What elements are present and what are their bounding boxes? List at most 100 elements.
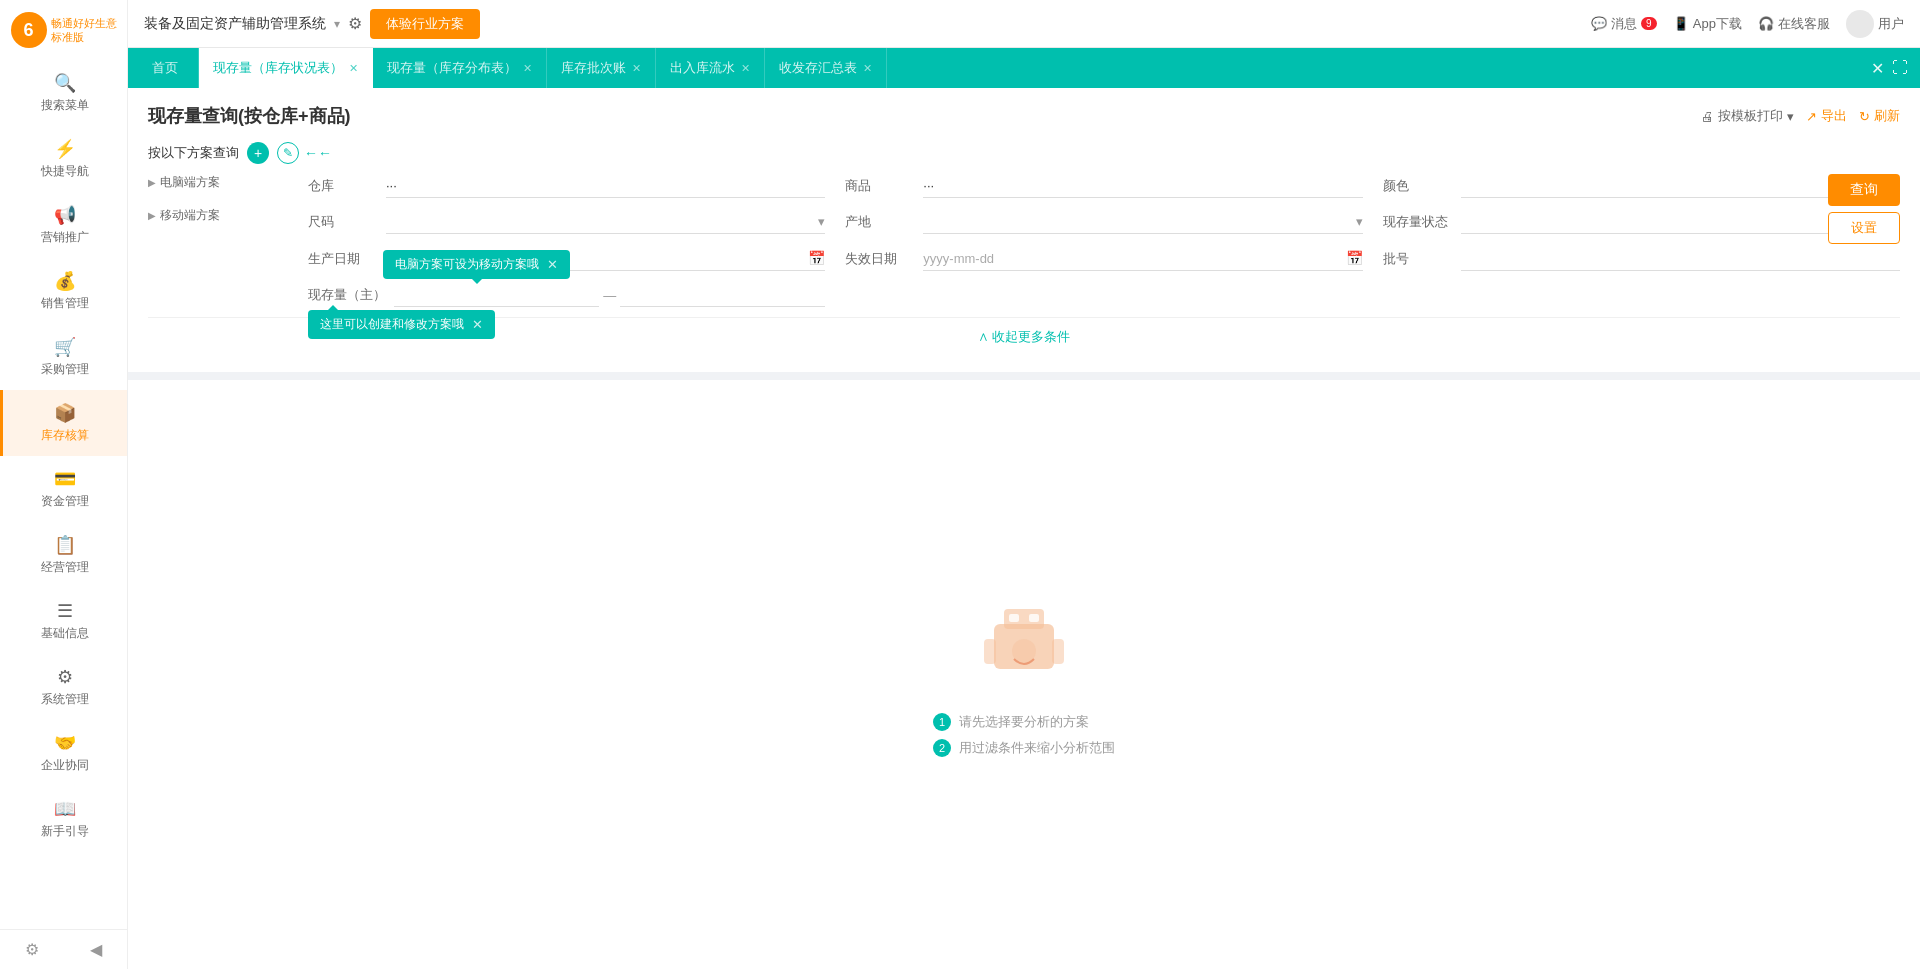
filter-row-batch-no: 批号 [1383, 246, 1900, 271]
tab-inventory-status[interactable]: 现存量（库存状况表） ✕ [199, 48, 373, 88]
sidebar-logo: 6 畅通好好生意 标准版 [0, 0, 127, 60]
svg-rect-2 [1009, 614, 1019, 622]
tab-receive-send[interactable]: 收发存汇总表 ✕ [765, 48, 887, 88]
svg-rect-4 [984, 639, 996, 664]
search-menu-icon: 🔍 [54, 72, 76, 94]
print-label: 按模板打印 [1718, 107, 1783, 125]
color-label: 颜色 [1383, 177, 1453, 195]
filter-row-color: 颜色 ▾ [1383, 174, 1900, 198]
filter-grid-row1: 仓库 ··· 商品 ··· [308, 174, 1900, 198]
sidebar-item-operations[interactable]: 📋 经营管理 [0, 522, 127, 588]
enterprise-icon: 🤝 [54, 732, 76, 754]
export-btn[interactable]: ↗ 导出 [1806, 107, 1847, 125]
sidebar-item-label: 新手引导 [41, 823, 89, 840]
tab-inventory-status-close[interactable]: ✕ [349, 62, 358, 75]
message-icon: 💬 [1591, 16, 1607, 31]
scheme-mobile-label: 移动端方案 [160, 207, 220, 224]
scheme-tooltip-close[interactable]: ✕ [547, 257, 558, 272]
reset-btn[interactable]: 设置 [1828, 212, 1900, 244]
sidebar-item-system[interactable]: ⚙ 系统管理 [0, 654, 127, 720]
search-btns: 查询 设置 [1828, 174, 1900, 244]
empty-state-tips: 1 请先选择要分析的方案 2 用过滤条件来缩小分析范围 [933, 709, 1115, 761]
sidebar-bottom: ⚙ ◀ [0, 929, 127, 969]
print-template-btn[interactable]: 🖨 按模板打印 ▾ [1701, 107, 1794, 125]
topbar-right: 💬 消息 9 📱 App下载 🎧 在线客服 用户 [1591, 10, 1904, 38]
support-label: 在线客服 [1778, 15, 1830, 33]
sales-icon: 💰 [54, 270, 76, 292]
origin-select[interactable]: ▾ [923, 210, 1362, 234]
filter-edit-btn[interactable]: ✎ [277, 142, 299, 164]
scheme-desktop-arrow: ▶ [148, 177, 156, 188]
sidebar-item-marketing[interactable]: 📢 营销推广 [0, 192, 127, 258]
create-tooltip-close[interactable]: ✕ [472, 317, 483, 332]
filter-add-btn[interactable]: + [247, 142, 269, 164]
tab-home[interactable]: 首页 [132, 48, 199, 88]
tab-receive-send-close[interactable]: ✕ [863, 62, 872, 75]
tabbar-close-btn[interactable]: ✕ [1871, 59, 1884, 78]
tab-inventory-batch-close[interactable]: ✕ [632, 62, 641, 75]
scheme-desktop-label: 电脑端方案 [160, 174, 220, 191]
scheme-desktop[interactable]: ▶ 电脑端方案 [148, 174, 288, 191]
stock-qty-max[interactable] [620, 283, 825, 307]
scheme-mobile-arrow: ▶ [148, 210, 156, 221]
warehouse-select[interactable]: ··· [386, 174, 825, 198]
tab-inventory-batch[interactable]: 库存批次账 ✕ [547, 48, 656, 88]
scheme-mobile[interactable]: ▶ 移动端方案 [148, 207, 288, 224]
user-btn[interactable]: 用户 [1846, 10, 1904, 38]
guide-icon: 📖 [54, 798, 76, 820]
user-avatar [1846, 10, 1874, 38]
sidebar-item-enterprise[interactable]: 🤝 企业协同 [0, 720, 127, 786]
sidebar-item-sales[interactable]: 💰 销售管理 [0, 258, 127, 324]
stock-qty-min[interactable] [394, 283, 599, 307]
scheme-tooltip-text: 电脑方案可设为移动方案哦 [395, 256, 539, 273]
sidebar-item-label: 企业协同 [41, 757, 89, 774]
exp-date-cal-icon: 📅 [1346, 250, 1363, 266]
prod-date-label: 生产日期 [308, 250, 378, 268]
filter-row-goods: 商品 ··· [845, 174, 1362, 198]
message-badge: 9 [1641, 17, 1657, 30]
tab-inventory-dist[interactable]: 现存量（库存分布表） ✕ [373, 48, 547, 88]
exp-date-input[interactable]: yyyy-mm-dd 📅 [923, 246, 1362, 271]
plan-btn[interactable]: 体验行业方案 [370, 9, 480, 39]
sidebar-settings-btn[interactable]: ⚙ [25, 940, 39, 959]
search-btn[interactable]: 查询 [1828, 174, 1900, 206]
tab-receive-send-label: 收发存汇总表 [779, 59, 857, 77]
sidebar-item-finance[interactable]: 💳 资金管理 [0, 456, 127, 522]
refresh-btn[interactable]: ↻ 刷新 [1859, 107, 1900, 125]
filter-arrow-btn[interactable]: ←← [307, 142, 329, 164]
topbar-gear-icon[interactable]: ⚙ [348, 14, 362, 33]
tip-text-2: 用过滤条件来缩小分析范围 [959, 735, 1115, 761]
tabbar-maximize-btn[interactable]: ⛶ [1892, 59, 1908, 78]
sidebar-item-label: 快捷导航 [41, 163, 89, 180]
size-label: 尺码 [308, 213, 378, 231]
tab-in-out-flow[interactable]: 出入库流水 ✕ [656, 48, 765, 88]
message-label: 消息 [1611, 15, 1637, 33]
sidebar-item-inventory[interactable]: 📦 库存核算 [0, 390, 127, 456]
tab-inventory-dist-close[interactable]: ✕ [523, 62, 532, 75]
message-btn[interactable]: 💬 消息 9 [1591, 15, 1657, 33]
print-dropdown-icon: ▾ [1787, 109, 1794, 124]
tabbar: 首页 现存量（库存状况表） ✕ 现存量（库存分布表） ✕ 库存批次账 ✕ 出入库… [128, 48, 1920, 88]
filter-row-stock-qty: 现存量（主） — [308, 283, 825, 307]
app-download-btn[interactable]: 📱 App下载 [1673, 15, 1742, 33]
sidebar-item-guide[interactable]: 📖 新手引导 [0, 786, 127, 852]
sidebar: 6 畅通好好生意 标准版 🔍 搜索菜单 ⚡ 快捷导航 📢 营销推广 💰 销售管理… [0, 0, 128, 969]
page-content: 现存量查询(按仓库+商品) 🖨 按模板打印 ▾ ↗ 导出 ↻ 刷新 [128, 88, 1920, 969]
support-btn[interactable]: 🎧 在线客服 [1758, 15, 1830, 33]
sidebar-item-search-menu[interactable]: 🔍 搜索菜单 [0, 60, 127, 126]
tab-in-out-flow-close[interactable]: ✕ [741, 62, 750, 75]
goods-select[interactable]: ··· [923, 174, 1362, 198]
sidebar-item-quick-nav[interactable]: ⚡ 快捷导航 [0, 126, 127, 192]
stock-status-label: 现存量状态 [1383, 213, 1453, 231]
sidebar-item-purchase[interactable]: 🛒 采购管理 [0, 324, 127, 390]
size-select[interactable]: ▾ [386, 210, 825, 234]
filter-row-origin: 产地 ▾ [845, 210, 1362, 234]
system-dropdown-icon[interactable]: ▾ [334, 17, 340, 31]
empty-tip-1: 1 请先选择要分析的方案 [933, 709, 1115, 735]
sidebar-item-basic[interactable]: ☰ 基础信息 [0, 588, 127, 654]
warehouse-ellipsis: ··· [386, 178, 397, 193]
sidebar-collapse-btn[interactable]: ◀ [90, 940, 102, 959]
batch-no-input[interactable] [1461, 247, 1900, 271]
tab-home-label: 首页 [152, 59, 178, 77]
collapse-label: 收起更多条件 [992, 329, 1070, 344]
